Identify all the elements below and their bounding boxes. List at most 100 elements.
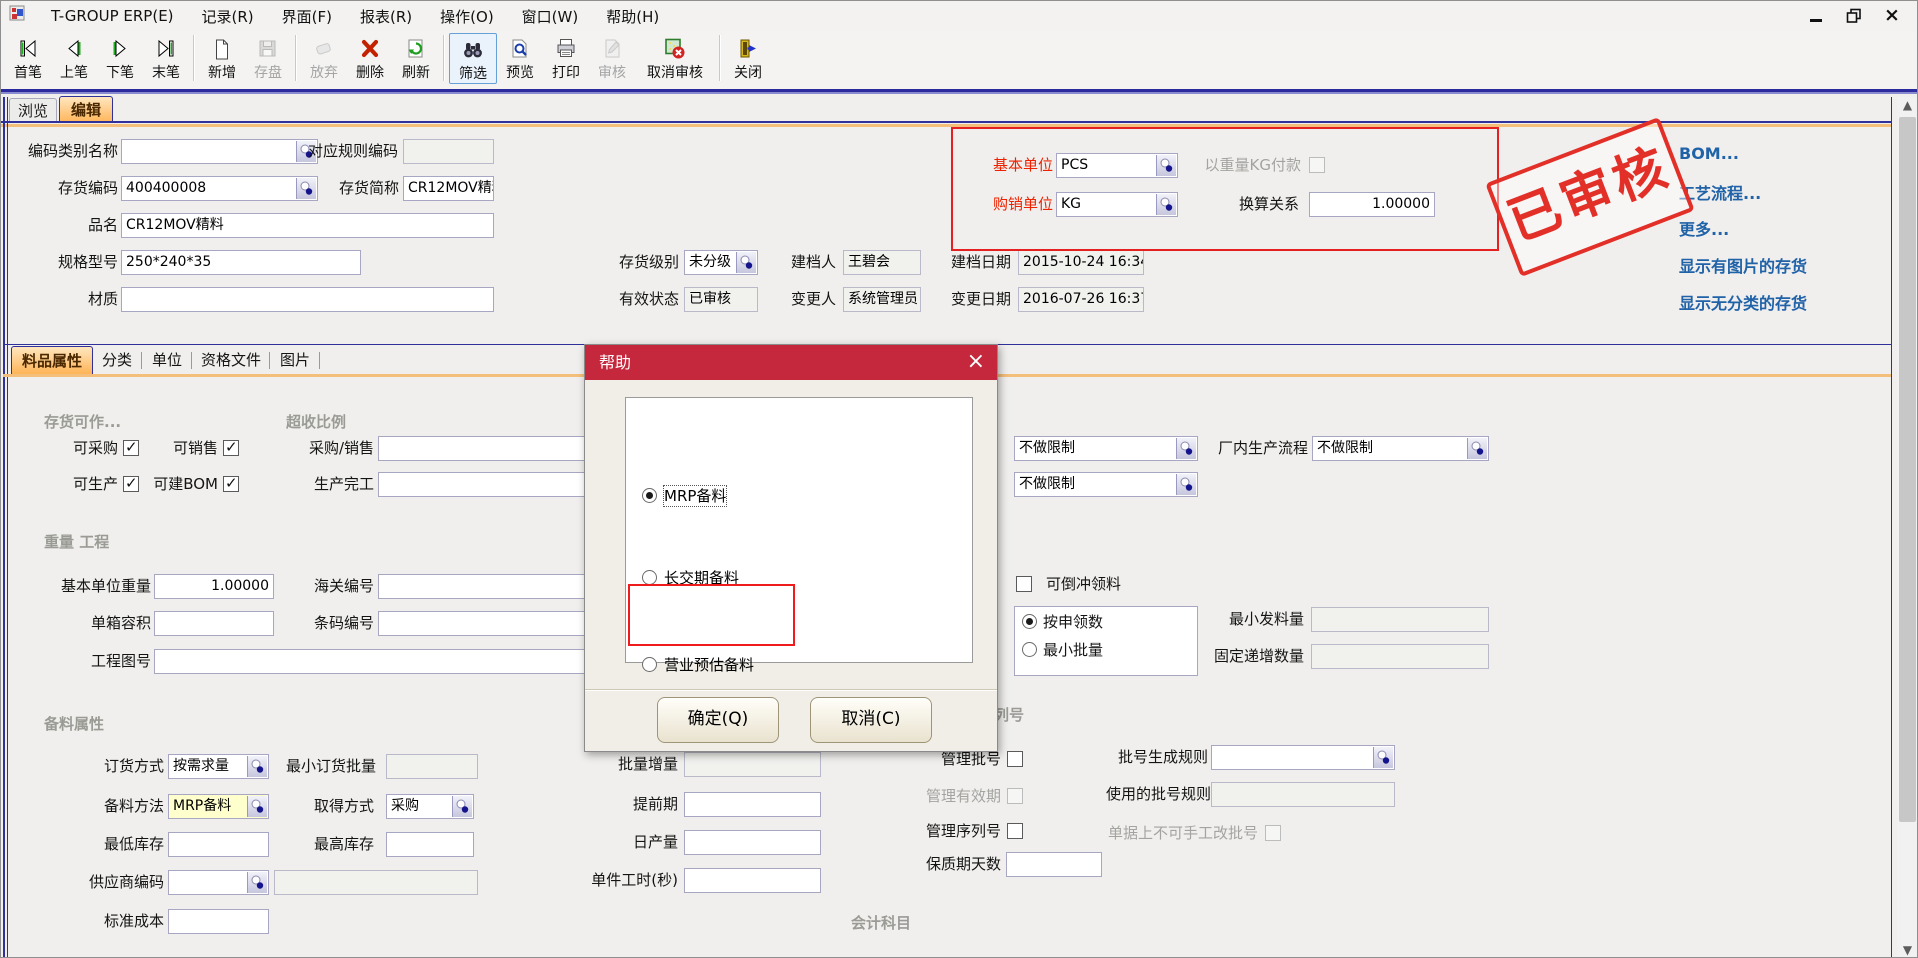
more-link[interactable]: 更多... (1679, 216, 1729, 240)
level-field[interactable]: 未分级 (684, 250, 758, 275)
toolbar-delete-button[interactable]: 删除 (347, 33, 393, 82)
can-bom-checkbox[interactable] (223, 476, 239, 492)
ok-button[interactable]: 确定(Q) (657, 697, 779, 743)
shelf-days-field[interactable] (1006, 852, 1102, 877)
prod-complete-field[interactable] (378, 472, 590, 497)
tab-qualification[interactable]: 资格文件 (197, 348, 265, 373)
can-produce-checkbox[interactable] (123, 476, 139, 492)
tab-category[interactable]: 分类 (97, 348, 137, 373)
conversion-field[interactable]: 1.00000 (1309, 192, 1435, 217)
lookup-icon[interactable] (1176, 438, 1196, 459)
code-category-field[interactable] (121, 139, 318, 164)
drawing-no-field[interactable] (154, 649, 591, 674)
menu-tgroup-erp[interactable]: T-GROUP ERP(E) (37, 7, 188, 25)
tab-edit[interactable]: 编辑 (59, 96, 113, 123)
menu-interface[interactable]: 界面(F) (268, 6, 346, 27)
lookup-icon[interactable] (296, 178, 316, 199)
toolbar-refresh-button[interactable]: 刷新 (393, 33, 439, 82)
base-unit-field[interactable]: PCS (1056, 153, 1178, 178)
base-weight-field[interactable]: 1.00000 (154, 574, 274, 599)
minimize-button[interactable] (1799, 3, 1833, 27)
lookup-icon[interactable] (247, 796, 267, 817)
toolbar-first-button[interactable]: 首笔 (5, 33, 51, 82)
tab-browse[interactable]: 浏览 (9, 98, 57, 123)
item-code-field[interactable]: 400400008 (121, 176, 318, 201)
by-request-radio[interactable] (1022, 614, 1037, 629)
lookup-icon[interactable] (1467, 438, 1487, 459)
item-name-field[interactable]: CR12MOV精料 (121, 213, 494, 238)
dialog-close-icon[interactable]: × (967, 345, 985, 380)
menu-record[interactable]: 记录(R) (188, 6, 268, 27)
can-sell-checkbox[interactable] (223, 440, 239, 456)
close-button[interactable]: × (1875, 3, 1909, 27)
min-stock-field[interactable] (168, 832, 269, 857)
std-cost-field[interactable] (168, 909, 269, 934)
manage-batch-checkbox[interactable] (1007, 751, 1023, 767)
lookup-icon[interactable] (1156, 194, 1176, 215)
vertical-scrollbar[interactable]: ▲ ▼ (1897, 97, 1918, 958)
toolbar-cancel-audit-button[interactable]: 取消审核 (635, 33, 715, 82)
bom-link[interactable]: BOM... (1679, 144, 1739, 163)
menu-operation[interactable]: 操作(O) (426, 6, 508, 27)
acquire-method-field[interactable]: 采购 (386, 794, 474, 819)
purchase-sale-field[interactable] (378, 436, 590, 461)
lookup-icon[interactable] (1156, 155, 1176, 176)
backflush-checkbox[interactable] (1016, 576, 1032, 592)
process-flow-link[interactable]: 工艺流程... (1679, 180, 1761, 204)
barcode-field[interactable] (378, 611, 590, 636)
order-method-field[interactable]: 按需求量 (168, 754, 269, 779)
prep-method-field[interactable]: MRP备料 (168, 794, 269, 819)
tab-item-attributes[interactable]: 料品属性 (11, 346, 93, 374)
lookup-icon[interactable] (1373, 747, 1393, 768)
toolbar-next-button[interactable]: 下笔 (97, 33, 143, 82)
scroll-up-icon[interactable]: ▲ (1897, 97, 1918, 114)
lookup-icon[interactable] (247, 756, 267, 777)
toolbar-filter-button[interactable]: 筛选 (449, 33, 497, 84)
help-dialog-title[interactable]: 帮助 (585, 345, 997, 380)
min-batch-radio[interactable] (1022, 642, 1037, 657)
trade-unit-field[interactable]: KG (1056, 192, 1178, 217)
lookup-icon[interactable] (247, 872, 267, 893)
batch-rule-field[interactable] (1211, 745, 1395, 770)
show-unclassified-link[interactable]: 显示无分类的存货 (1679, 290, 1807, 314)
restore-button[interactable] (1837, 3, 1871, 27)
lookup-icon[interactable] (736, 252, 756, 273)
box-volume-field[interactable] (154, 611, 274, 636)
customs-field[interactable] (378, 574, 590, 599)
factory-flow-field[interactable]: 不做限制 (1312, 436, 1489, 461)
unit-hours-field[interactable] (684, 868, 821, 893)
long-cycle-option-radio[interactable] (642, 570, 657, 585)
show-with-pictures-link[interactable]: 显示有图片的存货 (1679, 253, 1807, 277)
item-abbr-field[interactable]: CR12MOV精料 (403, 176, 494, 201)
menu-window[interactable]: 窗口(W) (508, 6, 593, 27)
lookup-icon[interactable] (452, 796, 472, 817)
spec-field[interactable]: 250*240*35 (121, 250, 361, 275)
toolbar-preview-button[interactable]: 预览 (497, 33, 543, 82)
restriction-field-2[interactable]: 不做限制 (1014, 472, 1198, 497)
toolbar-close-button[interactable]: 关闭 (725, 33, 771, 82)
tab-picture[interactable]: 图片 (275, 348, 315, 373)
restriction-field-1[interactable]: 不做限制 (1014, 436, 1198, 461)
toolbar-prev-button[interactable]: 上笔 (51, 33, 97, 82)
scrollbar-thumb[interactable] (1899, 117, 1916, 822)
mrp-option-radio[interactable] (642, 488, 657, 503)
can-purchase-checkbox[interactable] (123, 440, 139, 456)
toolbar-add-button[interactable]: 新增 (199, 33, 245, 82)
daily-output-field[interactable] (684, 830, 821, 855)
scroll-down-icon[interactable]: ▼ (1897, 942, 1918, 958)
toolbar-print-button[interactable]: 打印 (543, 33, 589, 82)
sales-forecast-option-label[interactable]: 营业预估备料 (664, 655, 754, 675)
lookup-icon[interactable] (1176, 474, 1196, 495)
supplier-code-field[interactable] (168, 870, 269, 895)
menu-help[interactable]: 帮助(H) (592, 6, 673, 27)
toolbar-last-button[interactable]: 末笔 (143, 33, 189, 82)
manage-serial-checkbox[interactable] (1007, 823, 1023, 839)
mrp-option-label[interactable]: MRP备料 (664, 486, 726, 506)
max-stock-field[interactable] (386, 832, 474, 857)
sales-forecast-option-radio[interactable] (642, 657, 657, 672)
cancel-button[interactable]: 取消(C) (810, 697, 932, 743)
material-field[interactable] (121, 287, 494, 312)
tab-unit[interactable]: 单位 (147, 348, 187, 373)
menu-report[interactable]: 报表(R) (346, 6, 426, 27)
lead-time-field[interactable] (684, 792, 821, 817)
